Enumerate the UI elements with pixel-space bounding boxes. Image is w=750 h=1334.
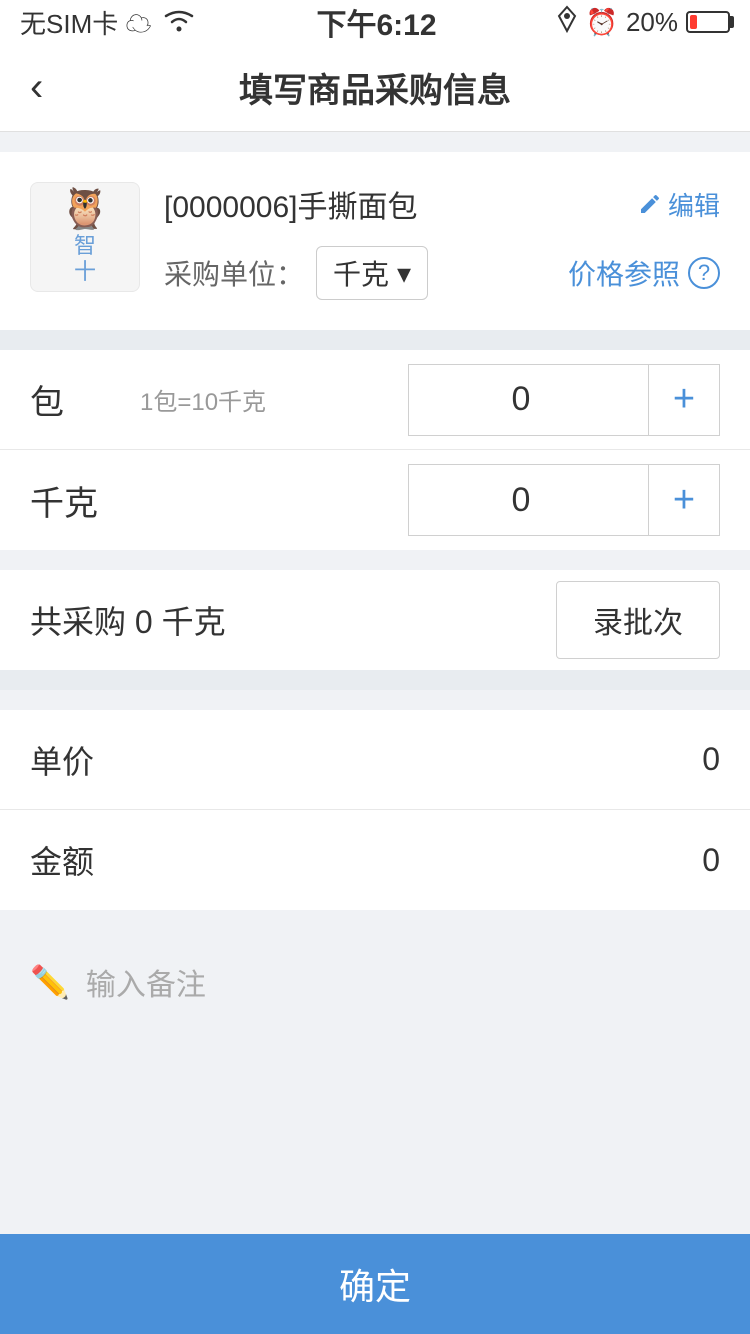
product-logo: 🦉 智 十 [60, 189, 110, 286]
wifi-icon [161, 6, 197, 39]
battery-icon [686, 11, 730, 33]
total-row: 共采购 0 千克 录批次 [0, 570, 750, 670]
bag-input-row: 包 1包=10千克 + [0, 350, 750, 450]
product-info: [0000006]手撕面包 编辑 采购单位： 千克 ▾ 价格参照 ? [164, 182, 720, 300]
product-unit-row: 采购单位： 千克 ▾ 价格参照 ? [164, 246, 720, 300]
bag-input-wrapper: + [408, 364, 720, 436]
kg-input-wrapper: + [408, 464, 720, 536]
total-section: 共采购 0 千克 录批次 [0, 570, 750, 670]
kg-input[interactable] [408, 464, 648, 536]
price-ref-label: 价格参照 [568, 253, 680, 293]
alarm-icon: ⏰ [586, 7, 618, 38]
edit-button[interactable]: 编辑 [638, 186, 720, 223]
product-name-row: [0000006]手撕面包 编辑 [164, 182, 720, 226]
edit-label: 编辑 [668, 186, 720, 223]
bag-sub-label: 1包=10千克 [140, 382, 266, 417]
page-title: 填写商品采购信息 [239, 63, 511, 112]
kg-label: 千克 [30, 476, 130, 525]
unit-price-row: 单价 0 [0, 710, 750, 810]
unit-price-label: 单价 [30, 737, 94, 783]
nav-bar: ‹ 填写商品采购信息 [0, 44, 750, 132]
product-card: 🦉 智 十 [0000006]手撕面包 编辑 采购单位： 千克 ▾ [0, 152, 750, 330]
total-label: 共采购 0 千克 [30, 597, 226, 643]
bag-input[interactable] [408, 364, 648, 436]
status-bar: 无SIM卡 ☁ 下午6:12 ⏰ 20% [0, 0, 750, 44]
amount-label: 金额 [30, 837, 94, 883]
unit-price-value: 0 [702, 741, 720, 778]
section-divider-1 [0, 330, 750, 350]
amount-row: 金额 0 [0, 810, 750, 910]
sim-label: 无SIM卡 ☁ [20, 4, 151, 41]
confirm-label: 确定 [339, 1258, 411, 1310]
unit-value: 千克 [333, 253, 389, 293]
notes-placeholder: 输入备注 [86, 960, 206, 1004]
amount-value: 0 [702, 842, 720, 879]
status-time: 下午6:12 [316, 0, 436, 44]
input-section: 包 1包=10千克 + 千克 + [0, 350, 750, 550]
price-ref-button[interactable]: 价格参照 ? [568, 253, 720, 293]
kg-input-row: 千克 + [0, 450, 750, 550]
status-right: ⏰ 20% [556, 5, 730, 40]
status-left: 无SIM卡 ☁ [20, 4, 197, 41]
bag-label: 包 [30, 375, 130, 424]
battery-percent: 20% [626, 7, 678, 38]
kg-plus-button[interactable]: + [648, 464, 720, 536]
section-divider-2 [0, 670, 750, 690]
help-icon: ? [688, 257, 720, 289]
detail-section: 单价 0 金额 0 [0, 710, 750, 910]
location-icon [556, 5, 578, 40]
back-button[interactable]: ‹ [30, 65, 43, 110]
unit-label: 采购单位： [164, 253, 304, 293]
product-image: 🦉 智 十 [30, 182, 140, 292]
unit-select[interactable]: 千克 ▾ [316, 246, 428, 300]
notes-section[interactable]: ✏️ 输入备注 [0, 930, 750, 1034]
confirm-button[interactable]: 确定 [0, 1234, 750, 1334]
pencil-icon: ✏️ [30, 963, 70, 1001]
dropdown-icon: ▾ [397, 257, 411, 290]
record-batch-button[interactable]: 录批次 [556, 581, 720, 659]
product-name: [0000006]手撕面包 [164, 182, 417, 226]
bag-plus-button[interactable]: + [648, 364, 720, 436]
